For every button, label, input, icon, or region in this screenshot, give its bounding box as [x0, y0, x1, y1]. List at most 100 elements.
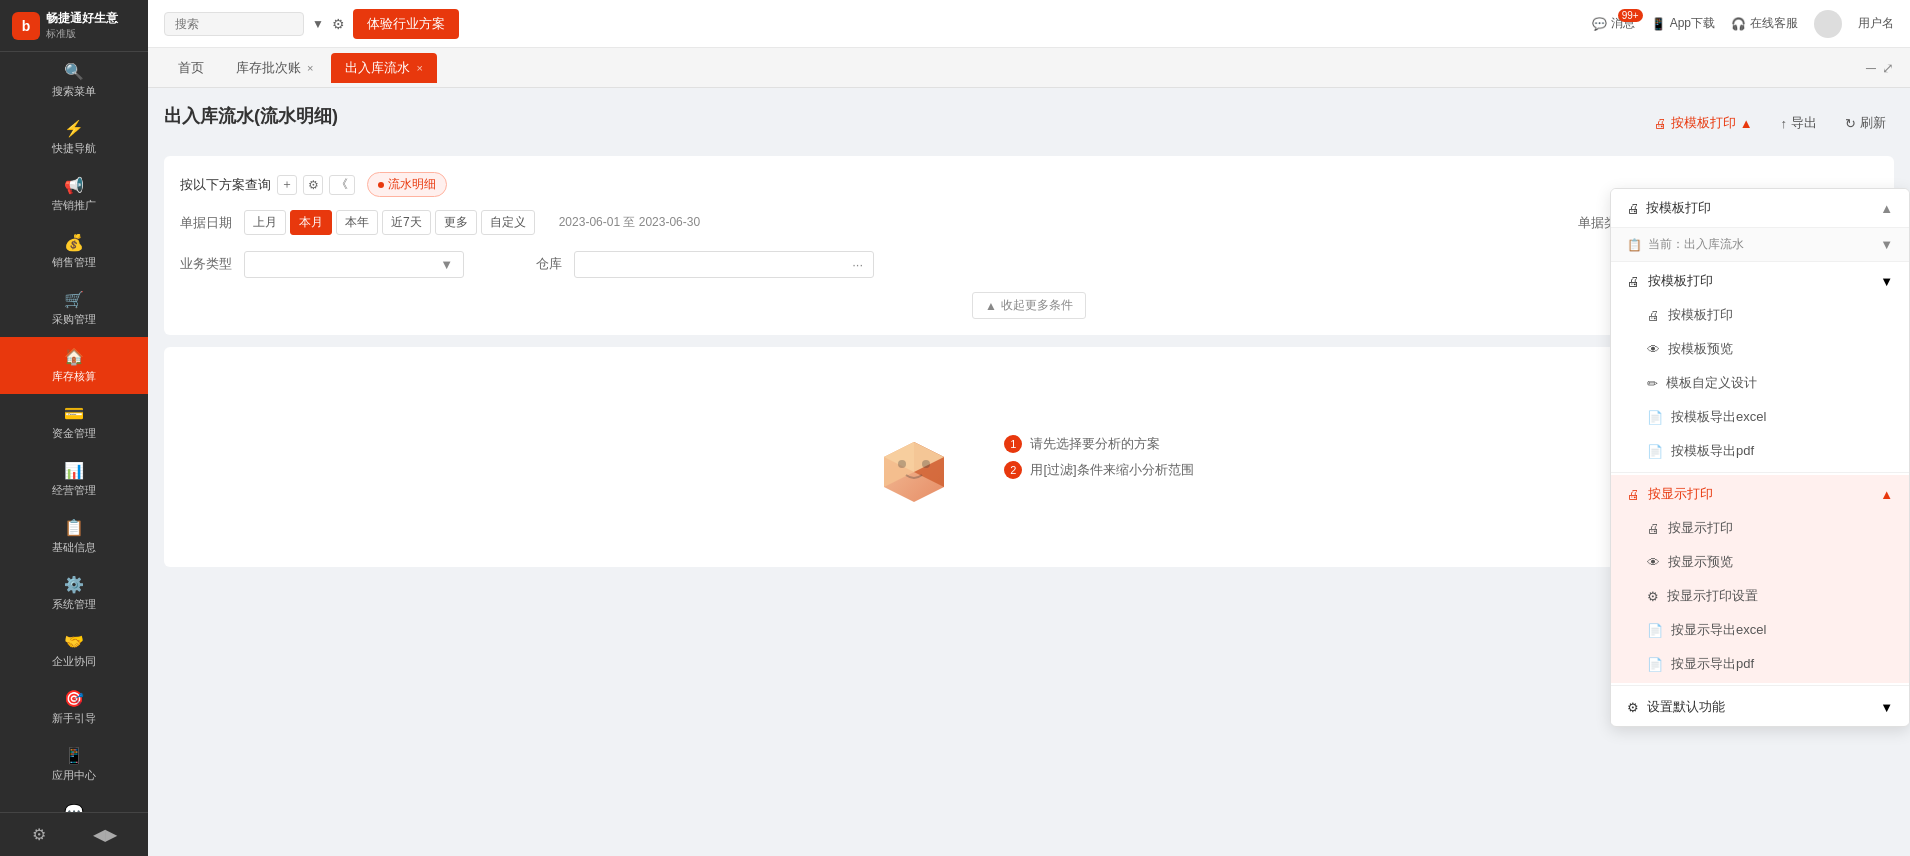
warehouse-dots[interactable]: ··· — [852, 257, 863, 272]
tab-home[interactable]: 首页 — [164, 53, 218, 83]
footer-settings-icon[interactable]: ⚙ — [32, 825, 46, 844]
operations-icon: 📊 — [64, 461, 84, 480]
sidebar-item-label-operations: 经营管理 — [52, 483, 96, 498]
dropdown-section-display-title: 🖨 按显示打印 — [1627, 485, 1713, 503]
export-button[interactable]: ↑ 导出 — [1773, 110, 1826, 136]
dropdown-item-template-pdf[interactable]: 📄 按模板导出pdf — [1611, 434, 1909, 468]
sidebar-item-finance[interactable]: 💳 资金管理 — [0, 394, 148, 451]
sidebar-item-basic[interactable]: 📋 基础信息 — [0, 508, 148, 565]
tab-home-label: 首页 — [178, 59, 204, 77]
topbar-gear-icon[interactable]: ⚙ — [332, 16, 345, 32]
active-filter-tag[interactable]: 流水明细 — [367, 172, 447, 197]
refresh-button[interactable]: ↻ 刷新 — [1837, 110, 1894, 136]
dropdown-header-title: 🖨 按模板打印 — [1627, 199, 1711, 217]
filter-settings-button[interactable]: ⚙ — [303, 175, 323, 195]
sidebar-item-label-shortcut: 快捷导航 — [52, 141, 96, 156]
sidebar-item-marketing[interactable]: 📢 营销推广 — [0, 166, 148, 223]
footer-collapse-icon[interactable]: ◀▶ — [93, 825, 117, 844]
tab-minimize-icon[interactable]: ─ — [1866, 60, 1876, 76]
shortcut-icon: ⚡ — [64, 119, 84, 138]
dropdown-item-display-preview-label: 按显示预览 — [1668, 553, 1733, 571]
sidebar-menu: 🔍 搜索菜单 ⚡ 快捷导航 📢 营销推广 💰 销售管理 🛒 采购管理 🏠 库存核… — [0, 52, 148, 812]
sidebar-item-shortcut[interactable]: ⚡ 快捷导航 — [0, 109, 148, 166]
warehouse-select[interactable]: ··· — [574, 251, 874, 278]
date-label: 单据日期 — [180, 214, 232, 232]
topbar-app-download[interactable]: 📱 App下载 — [1651, 15, 1715, 32]
dropdown-section-default-header[interactable]: ⚙ 设置默认功能 ▼ — [1611, 690, 1909, 724]
sidebar-item-search[interactable]: 🔍 搜索菜单 — [0, 52, 148, 109]
sidebar-item-sales[interactable]: 💰 销售管理 — [0, 223, 148, 280]
page-title: 出入库流水(流水明细) — [164, 104, 338, 128]
date-btn-this-year[interactable]: 本年 — [336, 210, 378, 235]
date-btn-more[interactable]: 更多 — [435, 210, 477, 235]
business-type-select[interactable]: ▼ — [244, 251, 464, 278]
dropdown-item-display-excel[interactable]: 📄 按显示导出excel — [1611, 613, 1909, 647]
topbar-message[interactable]: 💬 消息 99+ — [1592, 15, 1635, 32]
sidebar-item-guide[interactable]: 🎯 新手引导 — [0, 679, 148, 736]
dropdown-item-template-customize-icon: ✏ — [1647, 376, 1658, 391]
dropdown-item-template-customize[interactable]: ✏ 模板自定义设计 — [1611, 366, 1909, 400]
print-template-label: 按模板打印 — [1671, 114, 1736, 132]
dropdown-item-template-print-icon: 🖨 — [1647, 308, 1660, 323]
service-icon: 🎧 — [1731, 17, 1746, 31]
topbar-dropdown-chevron[interactable]: ▼ — [312, 17, 324, 31]
basic-icon: 📋 — [64, 518, 84, 537]
tab-expand-icon[interactable]: ⤢ — [1882, 60, 1894, 76]
date-range-text: 2023-06-01 至 2023-06-30 — [559, 214, 700, 231]
dropdown-current-chevron[interactable]: ▼ — [1880, 237, 1893, 252]
add-filter-button[interactable]: ＋ — [277, 175, 297, 195]
sidebar-item-cooperation[interactable]: 🤝 企业协同 — [0, 622, 148, 679]
sidebar-item-label-marketing: 营销推广 — [52, 198, 96, 213]
dropdown-item-display-preview[interactable]: 👁 按显示预览 — [1611, 545, 1909, 579]
dropdown-item-template-preview[interactable]: 👁 按模板预览 — [1611, 332, 1909, 366]
tab-batch-ledger[interactable]: 库存批次账 × — [222, 53, 327, 83]
template-section-icon: 🖨 — [1627, 274, 1640, 289]
dropdown-item-template-excel-icon: 📄 — [1647, 410, 1663, 425]
dropdown-chevron-up[interactable]: ▲ — [1880, 201, 1893, 216]
dropdown-section-display-header[interactable]: 🖨 按显示打印 ▲ — [1611, 477, 1909, 511]
collapse-more-button[interactable]: ▲ 收起更多条件 — [972, 292, 1086, 319]
template-section-chevron: ▼ — [1880, 274, 1893, 289]
sidebar-item-wechat[interactable]: 💬 企业微信 — [0, 793, 148, 812]
sidebar-item-system[interactable]: ⚙️ 系统管理 — [0, 565, 148, 622]
purchase-icon: 🛒 — [64, 290, 84, 309]
tab-in-out-flow[interactable]: 出入库流水 × — [331, 53, 436, 83]
sidebar-item-operations[interactable]: 📊 经营管理 — [0, 451, 148, 508]
tab-batch-ledger-label: 库存批次账 — [236, 59, 301, 77]
dropdown-section-template-header[interactable]: 🖨 按模板打印 ▼ — [1611, 264, 1909, 298]
dropdown-item-display-settings[interactable]: ⚙ 按显示打印设置 — [1611, 579, 1909, 613]
date-btn-last-month[interactable]: 上月 — [244, 210, 286, 235]
dropdown-item-display-print[interactable]: 🖨 按显示打印 — [1611, 511, 1909, 545]
message-badge: 99+ — [1618, 9, 1643, 22]
sidebar-item-label-search: 搜索菜单 — [52, 84, 96, 99]
topbar-online-service[interactable]: 🎧 在线客服 — [1731, 15, 1798, 32]
dropdown-section-display: 🖨 按显示打印 ▲ 🖨 按显示打印 👁 按显示预览 ⚙ 按显示打印设置 — [1611, 475, 1909, 683]
filter-collapse-button[interactable]: 《 — [329, 175, 355, 195]
sidebar-item-label-guide: 新手引导 — [52, 711, 96, 726]
default-section-icon: ⚙ — [1627, 700, 1639, 715]
date-btn-custom[interactable]: 自定义 — [481, 210, 535, 235]
marketing-icon: 📢 — [64, 176, 84, 195]
username-label[interactable]: 用户名 — [1858, 15, 1894, 32]
search-label-text: 按以下方案查询 — [180, 176, 271, 194]
sidebar-item-appstore[interactable]: 📱 应用中心 — [0, 736, 148, 793]
tab-batch-ledger-close[interactable]: × — [307, 62, 313, 74]
app-download-label: App下载 — [1670, 15, 1715, 32]
dropdown-item-display-pdf[interactable]: 📄 按显示导出pdf — [1611, 647, 1909, 681]
topbar-search-input[interactable] — [164, 12, 304, 36]
date-btn-7days[interactable]: 近7天 — [382, 210, 431, 235]
dropdown-item-template-excel[interactable]: 📄 按模板导出excel — [1611, 400, 1909, 434]
user-avatar[interactable] — [1814, 10, 1842, 38]
dropdown-item-display-settings-label: 按显示打印设置 — [1667, 587, 1758, 605]
dropdown-item-template-print[interactable]: 🖨 按模板打印 — [1611, 298, 1909, 332]
sidebar-item-inventory[interactable]: 🏠 库存核算 — [0, 337, 148, 394]
print-template-button[interactable]: 🖨 按模板打印 ▲ — [1646, 110, 1761, 136]
industry-solution-button[interactable]: 体验行业方案 — [353, 9, 459, 39]
dropdown-item-template-preview-icon: 👁 — [1647, 342, 1660, 357]
sidebar-item-purchase[interactable]: 🛒 采购管理 — [0, 280, 148, 337]
display-section-icon: 🖨 — [1627, 487, 1640, 502]
date-btn-this-month[interactable]: 本月 — [290, 210, 332, 235]
tab-in-out-flow-close[interactable]: × — [416, 62, 422, 74]
sales-icon: 💰 — [64, 233, 84, 252]
empty-step-1: 1 请先选择要分析的方案 — [1004, 435, 1193, 453]
